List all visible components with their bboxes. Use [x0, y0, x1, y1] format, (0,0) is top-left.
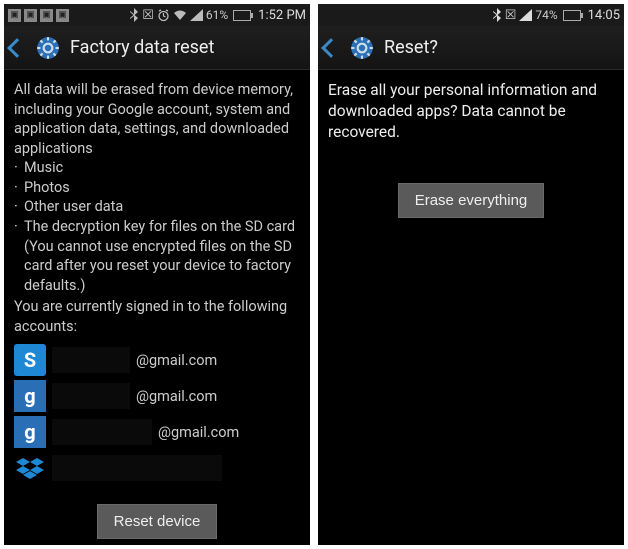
bullet-item: The decryption key for files on the SD c…	[24, 217, 300, 237]
google-icon: g	[14, 380, 46, 412]
redacted-name	[52, 455, 222, 481]
redacted-name	[52, 383, 130, 409]
account-row: g @gmail.com	[14, 414, 300, 450]
settings-gear-icon	[34, 34, 62, 62]
back-icon[interactable]	[7, 38, 27, 58]
battery-percent: 74%	[535, 8, 557, 22]
redacted-name	[52, 347, 130, 373]
accounts-list: S @gmail.com g @gmail.com g @gmail.com	[14, 342, 300, 486]
clock: 1:52 PM	[258, 8, 306, 23]
notification-icons: ▣ ▣ ▣ ▣	[8, 9, 70, 22]
battery-icon	[233, 10, 251, 21]
page-title: Factory data reset	[70, 37, 214, 58]
vibrate-icon: ☒	[505, 8, 517, 23]
title-bar[interactable]: Factory data reset	[4, 26, 310, 70]
content-area: Erase all your personal information and …	[318, 70, 624, 545]
status-bar: ☒ 74% 14:05	[318, 4, 624, 26]
page-title: Reset?	[384, 37, 438, 58]
notif-icon: ▣	[8, 9, 21, 22]
wifi-icon	[173, 9, 187, 21]
signal-icon	[190, 9, 203, 21]
clock: 14:05	[588, 8, 620, 23]
bullet-item: Photos	[24, 178, 300, 198]
notif-icon: ▣	[24, 9, 37, 22]
erase-everything-button[interactable]: Erase everything	[398, 183, 545, 218]
settings-gear-icon	[348, 34, 376, 62]
email-suffix: @gmail.com	[136, 351, 217, 371]
status-bar: ▣ ▣ ▣ ▣ ☒ 61% 1:52 PM	[4, 4, 310, 26]
paren-note: (You cannot use encrypted files on the S…	[14, 237, 300, 296]
battery-percent: 61%	[206, 8, 228, 22]
account-row	[14, 450, 300, 486]
content-area: All data will be erased from device memo…	[4, 70, 310, 545]
google-icon: g	[14, 416, 46, 448]
body-text: Erase all your personal information and …	[328, 80, 614, 143]
bullet-item: Music	[24, 158, 300, 178]
back-icon[interactable]	[321, 38, 341, 58]
right-screen: ☒ 74% 14:05 Reset? Erase all your person…	[318, 4, 624, 545]
skype-icon: S	[14, 344, 46, 376]
accounts-heading: You are currently signed in to the follo…	[14, 297, 300, 336]
alarm-icon	[157, 9, 170, 22]
notif-icon: ▣	[40, 9, 53, 22]
bottom-button-wrap: Reset device	[4, 504, 310, 539]
signal-icon	[519, 9, 532, 21]
notif-icon: ▣	[56, 9, 69, 22]
email-suffix: @gmail.com	[136, 387, 217, 407]
bluetooth-icon	[492, 8, 502, 22]
bullet-item: Other user data	[24, 197, 300, 217]
redacted-name	[52, 419, 152, 445]
email-suffix: @gmail.com	[158, 423, 239, 443]
bluetooth-icon	[129, 8, 139, 22]
account-row: S @gmail.com	[14, 342, 300, 378]
reset-device-button[interactable]: Reset device	[97, 504, 218, 539]
account-row: g @gmail.com	[14, 378, 300, 414]
title-bar[interactable]: Reset?	[318, 26, 624, 70]
vibrate-icon: ☒	[142, 8, 154, 23]
battery-icon	[563, 10, 581, 21]
left-screen: ▣ ▣ ▣ ▣ ☒ 61% 1:52 PM Factory data reset…	[4, 4, 310, 545]
dropbox-icon	[14, 452, 46, 484]
intro-text: All data will be erased from device memo…	[14, 80, 300, 158]
